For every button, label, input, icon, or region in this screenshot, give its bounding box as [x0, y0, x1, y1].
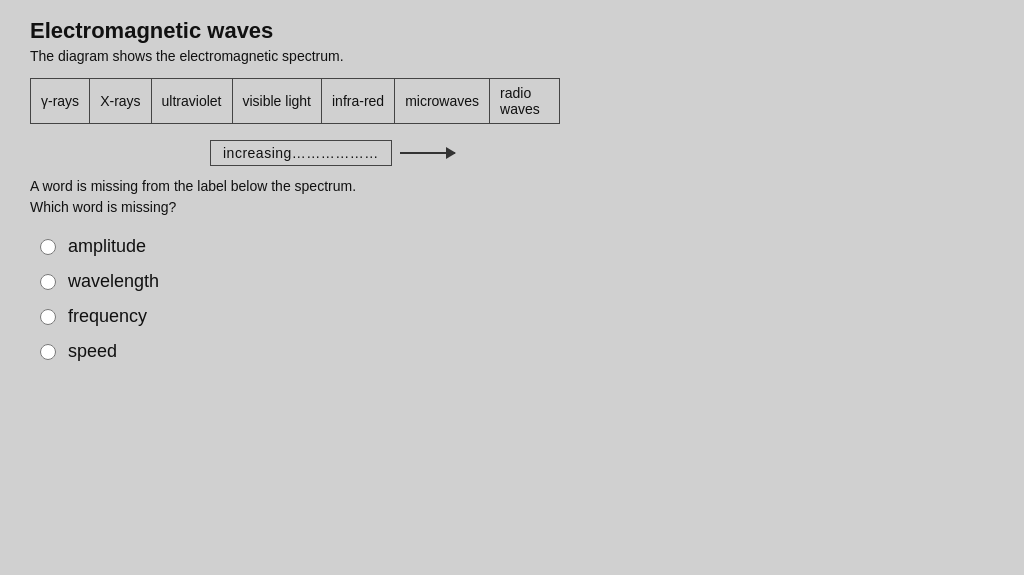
option-frequency[interactable]: frequency [40, 306, 994, 327]
question-text: A word is missing from the label below t… [30, 176, 994, 218]
label-wavelength[interactable]: wavelength [68, 271, 159, 292]
arrow [400, 152, 455, 154]
spectrum-cell-xrays: X-rays [90, 79, 151, 124]
label-frequency[interactable]: frequency [68, 306, 147, 327]
label-amplitude[interactable]: amplitude [68, 236, 146, 257]
spectrum-cell-radio: radiowaves [490, 79, 560, 124]
spectrum-cell-visible: visible light [232, 79, 321, 124]
page-subtitle: The diagram shows the electromagnetic sp… [30, 48, 994, 64]
radio-wavelength[interactable] [40, 274, 56, 290]
radio-amplitude[interactable] [40, 239, 56, 255]
radio-speed[interactable] [40, 344, 56, 360]
page-title: Electromagnetic waves [30, 18, 994, 44]
radio-frequency[interactable] [40, 309, 56, 325]
spectrum-cell-gamma: γ-rays [31, 79, 90, 124]
increasing-box: increasing……………… [210, 140, 392, 166]
spectrum-cell-ultraviolet: ultraviolet [151, 79, 232, 124]
options-list: amplitude wavelength frequency speed [40, 236, 994, 362]
option-wavelength[interactable]: wavelength [40, 271, 994, 292]
arrow-line [400, 152, 455, 154]
spectrum-table: γ-rays X-rays ultraviolet visible light … [30, 78, 560, 124]
option-amplitude[interactable]: amplitude [40, 236, 994, 257]
option-speed[interactable]: speed [40, 341, 994, 362]
spectrum-cell-microwaves: microwaves [395, 79, 490, 124]
label-row: increasing……………… [210, 140, 994, 166]
spectrum-cell-infrared: infra-red [321, 79, 394, 124]
label-speed[interactable]: speed [68, 341, 117, 362]
